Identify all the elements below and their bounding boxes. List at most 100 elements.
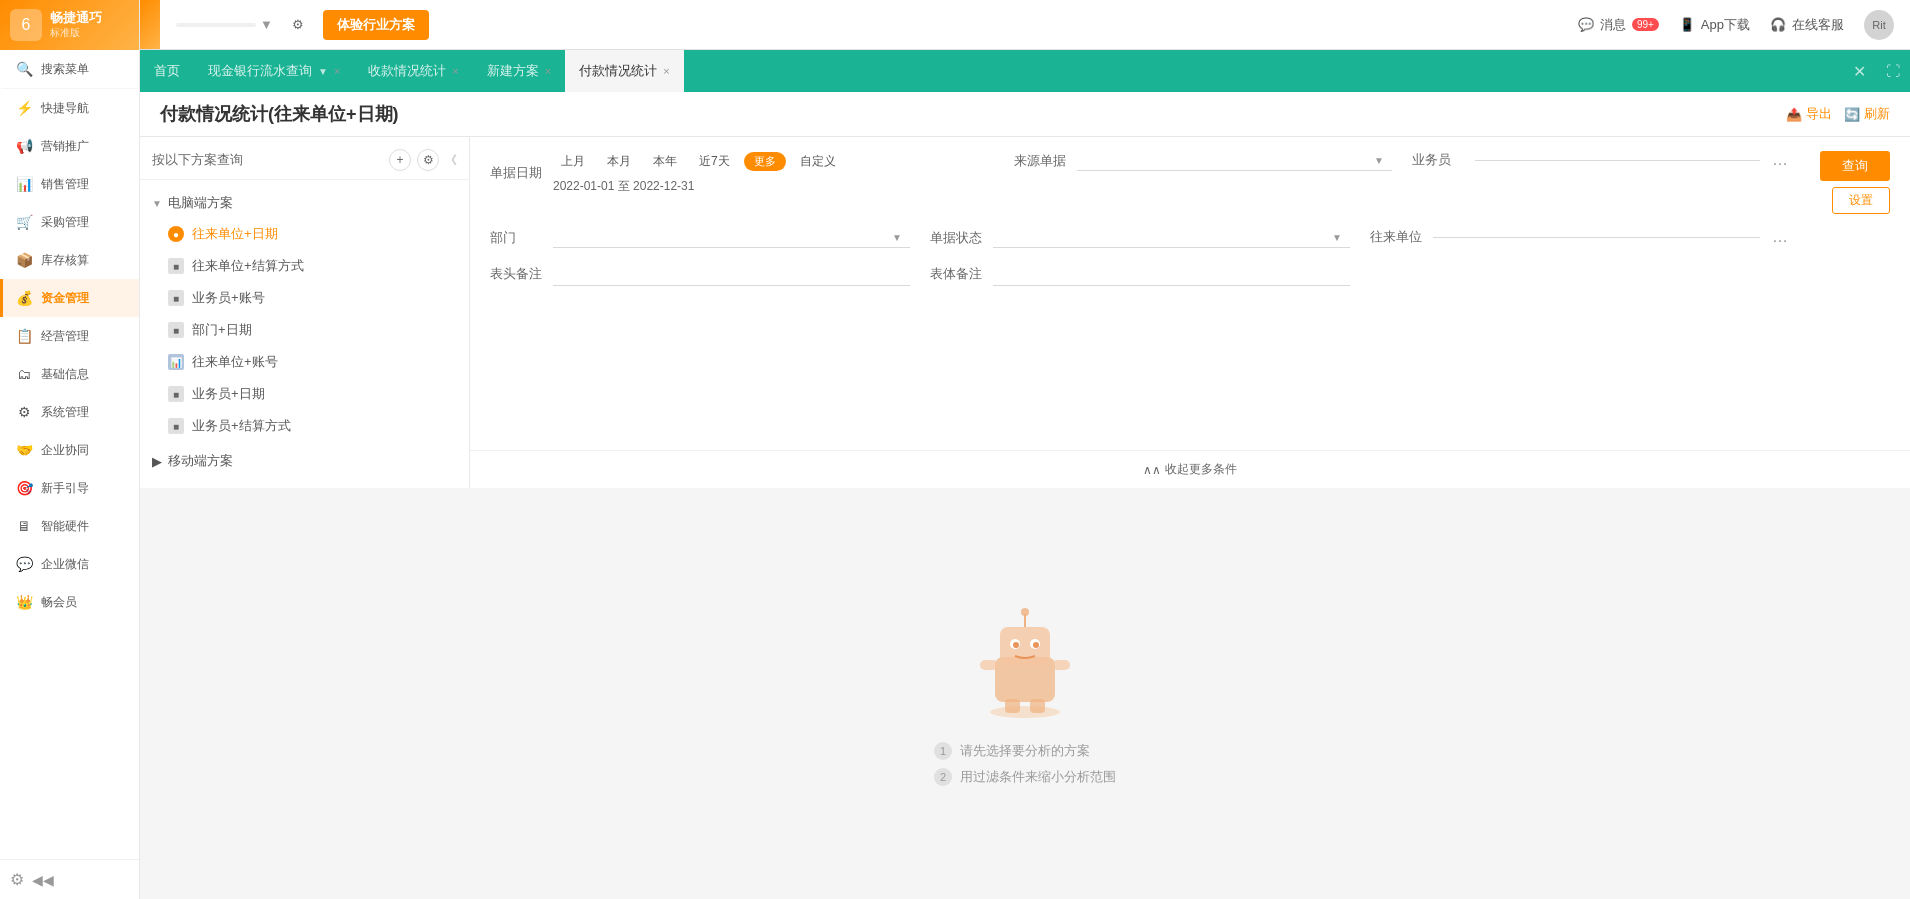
salesman-label: 业务员 (1412, 151, 1467, 169)
table-body-note-input[interactable] (993, 262, 1350, 286)
quicknav-icon: ⚡ (15, 99, 33, 117)
scheme-mobile-group: ▶ 移动端方案 (140, 446, 469, 476)
sidebar-item-member[interactable]: 👑 畅会员 (0, 583, 139, 621)
page-title: 付款情况统计(往来单位+日期) (160, 102, 399, 126)
pc-group-label: 电脑端方案 (168, 194, 233, 212)
scheme-settings-btn[interactable]: ⚙ (417, 149, 439, 171)
scheme-add-btn[interactable]: + (389, 149, 411, 171)
doc-status-item: 单据状态 ▼ (930, 228, 1350, 248)
scheme-item-6[interactable]: ■ 业务员+结算方式 (140, 410, 469, 442)
counterpart-ellipsis[interactable]: … (1772, 228, 1790, 246)
sidebar-item-marketing[interactable]: 📢 营销推广 (0, 127, 139, 165)
dept-select[interactable]: ▼ (553, 228, 910, 248)
scheme-pc-group-title[interactable]: ▼ 电脑端方案 (140, 188, 469, 218)
filter-row-3: 表头备注 表体备注 (490, 262, 1890, 286)
sidebar-item-inventory[interactable]: 📦 库存核算 (0, 241, 139, 279)
tab-payment[interactable]: 付款情况统计 × (565, 50, 683, 92)
date-btn-last-month[interactable]: 上月 (553, 151, 593, 172)
counterpart-label: 往来单位 (1370, 228, 1425, 246)
message-icon: 💬 (1578, 17, 1594, 32)
tab-newplan[interactable]: 新建方案 × (473, 50, 565, 92)
doc-date-label: 单据日期 (490, 164, 545, 182)
setting-btn[interactable]: 设置 (1832, 187, 1890, 214)
date-btn-this-year[interactable]: 本年 (645, 151, 685, 172)
scheme-sidebar-actions: + ⚙ 《 (389, 149, 457, 171)
tab-cashflow-close[interactable]: × (334, 65, 340, 77)
header-gear[interactable]: ⚙ (283, 10, 313, 40)
sidebar-item-sysmanage[interactable]: ⚙ 系统管理 (0, 393, 139, 431)
trial-btn[interactable]: 体验行业方案 (323, 10, 429, 40)
sidebar-collapse-btn[interactable]: ◀◀ (32, 872, 54, 888)
date-btn-custom[interactable]: 自定义 (792, 151, 844, 172)
source-doc-label: 来源单据 (1014, 152, 1069, 170)
wechat-icon: 💬 (15, 555, 33, 573)
sidebar-item-basicinfo[interactable]: 🗂 基础信息 (0, 355, 139, 393)
dept-label: 部门 (490, 229, 545, 247)
scheme-item-icon-5: ■ (168, 386, 184, 402)
tab-receipts-close[interactable]: × (452, 65, 458, 77)
sidebar-member-label: 畅会员 (41, 594, 77, 611)
scheme-mobile-title[interactable]: ▶ 移动端方案 (140, 446, 469, 476)
scheme-collapse-btn[interactable]: 《 (445, 152, 457, 169)
svg-rect-2 (1000, 627, 1050, 665)
sidebar-search-label: 搜索菜单 (41, 61, 89, 78)
sidebar-item-sales[interactable]: 📊 销售管理 (0, 165, 139, 203)
tip-text-2: 用过滤条件来缩小分析范围 (960, 768, 1116, 786)
user-avatar[interactable]: Rit (1864, 10, 1894, 40)
tab-receipts[interactable]: 收款情况统计 × (354, 50, 472, 92)
tab-home-label: 首页 (154, 62, 180, 80)
sidebar-item-operations[interactable]: 📋 经营管理 (0, 317, 139, 355)
sidebar-collab-label: 企业协同 (41, 442, 89, 459)
refresh-btn[interactable]: 🔄 刷新 (1844, 105, 1890, 123)
doc-status-select[interactable]: ▼ (993, 228, 1350, 248)
collapse-bar[interactable]: ∧∧ 收起更多条件 (470, 450, 1910, 488)
scheme-item-1[interactable]: ■ 往来单位+结算方式 (140, 250, 469, 282)
table-header-note-input[interactable] (553, 262, 910, 286)
sidebar-item-finance[interactable]: 💰 资金管理 (0, 279, 139, 317)
date-btn-last-7days[interactable]: 近7天 (691, 151, 738, 172)
scheme-item-icon-4: 📊 (168, 354, 184, 370)
scheme-item-2[interactable]: ■ 业务员+账号 (140, 282, 469, 314)
app-download-btn[interactable]: 📱 App下载 (1679, 16, 1750, 34)
online-service-label: 在线客服 (1792, 16, 1844, 34)
svg-rect-12 (1030, 699, 1045, 713)
source-doc-select[interactable]: ▼ (1077, 151, 1392, 171)
scheme-sidebar-title: 按以下方案查询 (152, 151, 243, 169)
scheme-item-4[interactable]: 📊 往来单位+账号 (140, 346, 469, 378)
breadcrumb-arrow: ▼ (260, 17, 273, 32)
tab-payment-close[interactable]: × (663, 65, 669, 77)
export-btn[interactable]: 📤 导出 (1786, 105, 1832, 123)
date-controls: 上月 本月 本年 近7天 更多 自定义 2022-01-01 至 2022-12… (553, 151, 844, 195)
sidebar-wechat-label: 企业微信 (41, 556, 89, 573)
main-area: ▼ ⚙ 体验行业方案 💬 消息 99+ 📱 App下载 🎧 在线客服 (140, 0, 1910, 899)
filter-form: 单据日期 上月 本月 本年 近7天 更多 自定义 (470, 137, 1910, 450)
scheme-item-5[interactable]: ■ 业务员+日期 (140, 378, 469, 410)
sidebar-item-wechat[interactable]: 💬 企业微信 (0, 545, 139, 583)
tab-newplan-close[interactable]: × (545, 65, 551, 77)
top-combined-header: ▼ ⚙ 体验行业方案 💬 消息 99+ 📱 App下载 🎧 在线客服 (140, 0, 1910, 50)
sidebar-search[interactable]: 🔍 搜索菜单 (0, 50, 139, 89)
tab-fullscreen[interactable]: ⛶ (1876, 50, 1910, 92)
scheme-item-3[interactable]: ■ 部门+日期 (140, 314, 469, 346)
salesman-ellipsis[interactable]: … (1772, 151, 1790, 169)
date-btn-more[interactable]: 更多 (744, 152, 786, 171)
sidebar-item-collab[interactable]: 🤝 企业协同 (0, 431, 139, 469)
sidebar-item-guide[interactable]: 🎯 新手引导 (0, 469, 139, 507)
table-body-note-item: 表体备注 (930, 262, 1350, 286)
tab-home[interactable]: 首页 (140, 50, 194, 92)
sidebar-settings-btn[interactable]: ⚙ (10, 870, 24, 889)
date-btn-this-month[interactable]: 本月 (599, 151, 639, 172)
inventory-icon: 📦 (15, 251, 33, 269)
tab-close-all[interactable]: ✕ (1843, 50, 1876, 92)
sidebar-item-purchase[interactable]: 🛒 采购管理 (0, 203, 139, 241)
scheme-item-0[interactable]: ● 往来单位+日期 (140, 218, 469, 250)
breadcrumb-dropdown[interactable]: ▼ (176, 17, 273, 32)
sidebar-item-hardware[interactable]: 🖥 智能硬件 (0, 507, 139, 545)
tab-cashflow[interactable]: 现金银行流水查询 ▼ × (194, 50, 354, 92)
message-btn[interactable]: 💬 消息 99+ (1578, 16, 1659, 34)
query-btn[interactable]: 查询 (1820, 151, 1890, 181)
tip-text-1: 请先选择要分析的方案 (960, 742, 1090, 760)
counterpart-input-area (1433, 237, 1760, 238)
online-service-btn[interactable]: 🎧 在线客服 (1770, 16, 1844, 34)
sidebar-item-quicknav[interactable]: ⚡ 快捷导航 (0, 89, 139, 127)
